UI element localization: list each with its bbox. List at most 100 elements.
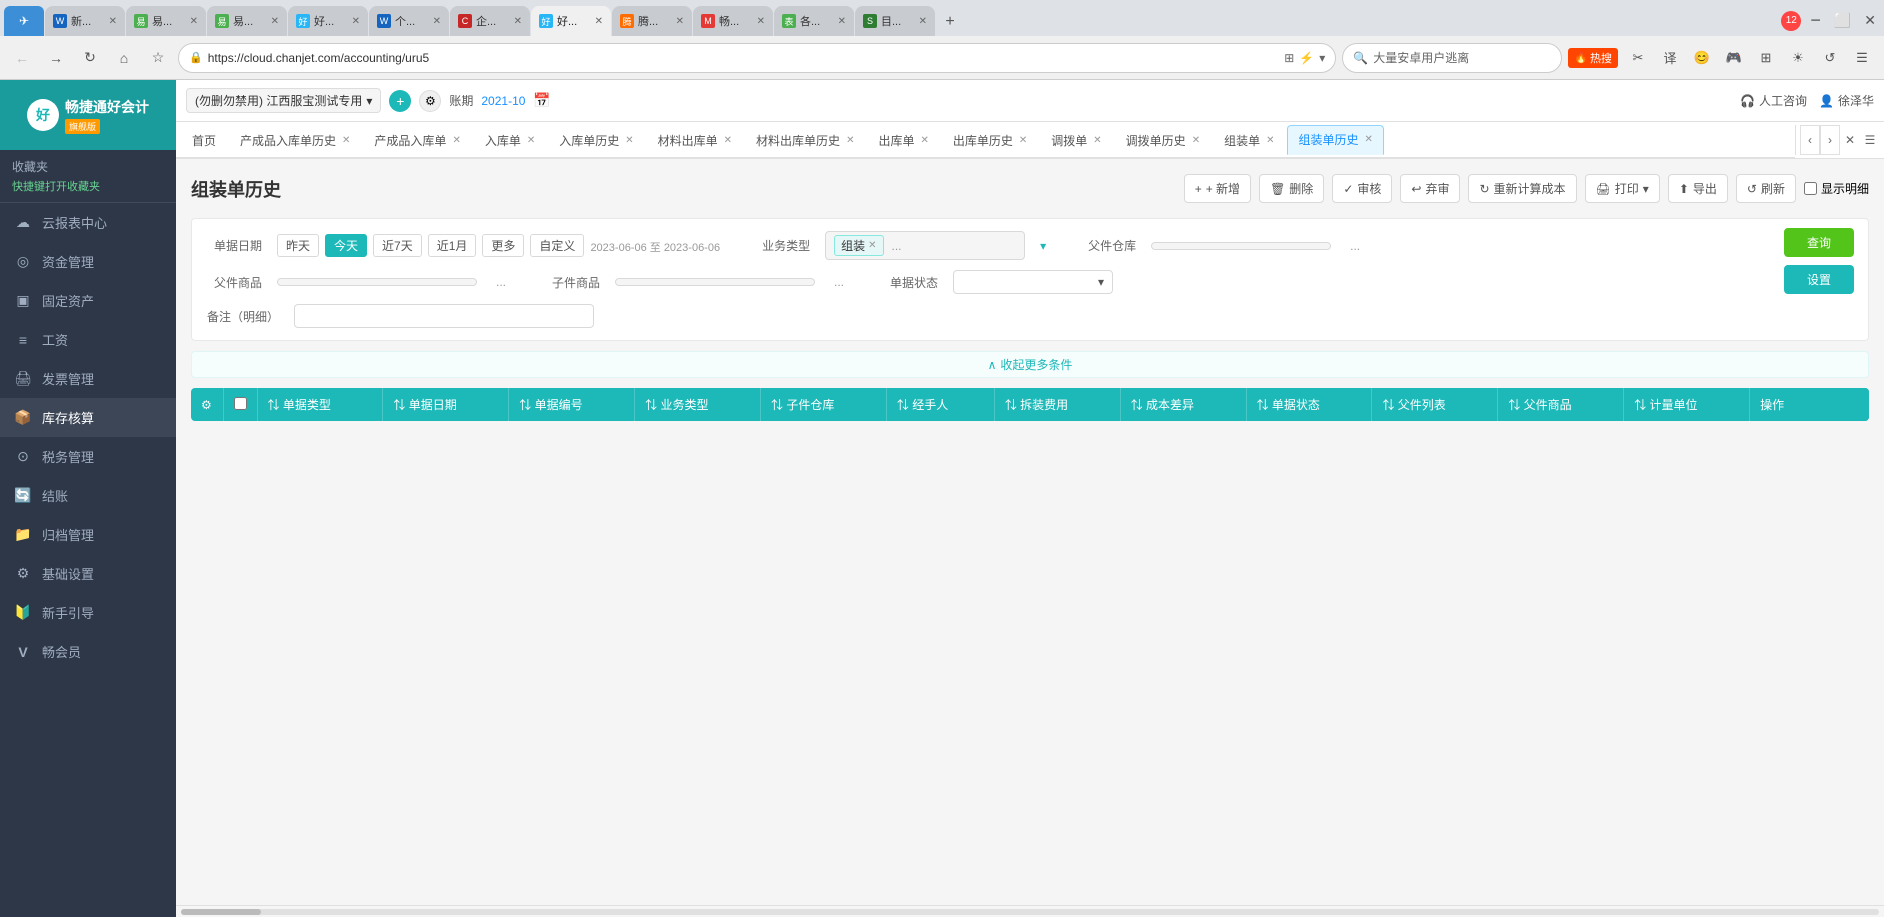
sidebar-item-archive[interactable]: 📁 归档管理 [0,515,176,554]
biz-type-input[interactable]: 组装 ✕ ... [825,231,1025,260]
sidebar-item-fixed-assets[interactable]: ▣ 固定资产 [0,281,176,320]
browser-tab-4[interactable]: 好 好... ✕ [288,6,368,36]
doc-tab-10-close[interactable]: ✕ [1192,135,1200,146]
date-today-btn[interactable]: 今天 [325,234,367,257]
translate-icon[interactable]: 译 [1656,44,1684,72]
review-button[interactable]: ✓ 审核 [1332,174,1392,203]
hot-search-button[interactable]: 🔥 热搜 [1568,48,1618,68]
table-settings-header[interactable]: ⚙ [191,388,223,421]
doc-tab-4-close[interactable]: ✕ [625,135,633,146]
col-disassemble-fee[interactable]: ⇅ 拆装费用 [994,388,1120,421]
parent-warehouse-more-dots[interactable]: ... [1346,239,1364,253]
recalculate-button[interactable]: ↻ 重新计算成本 [1468,174,1576,203]
select-all-checkbox[interactable] [234,397,247,410]
tab-scroll-right-button[interactable]: › [1820,125,1840,155]
date-7days-btn[interactable]: 近7天 [373,234,422,257]
col-doc-date[interactable]: ⇅ 单据日期 [383,388,509,421]
service-button[interactable]: 🎧 人工咨询 [1740,92,1807,109]
sidebar-item-fund-mgmt[interactable]: ◎ 资金管理 [0,242,176,281]
bookmark-button[interactable]: ☆ [144,44,172,72]
doc-tab-home[interactable]: 首页 [181,125,227,155]
menu-icon[interactable]: ☰ [1848,44,1876,72]
doc-tab-12-close[interactable]: ✕ [1365,134,1373,145]
doc-tab-8[interactable]: 出库单历史 ✕ [942,125,1038,155]
col-child-warehouse[interactable]: ⇅ 子件仓库 [761,388,887,421]
col-doc-type[interactable]: ⇅ 单据类型 [257,388,383,421]
export-button[interactable]: ⬆ 导出 [1668,174,1728,203]
doc-tab-11-close[interactable]: ✕ [1266,135,1274,146]
browser-tab-3[interactable]: 易 易... ✕ [207,6,287,36]
date-custom-btn[interactable]: 自定义 [530,234,584,257]
biz-type-tag-remove[interactable]: ✕ [868,240,876,251]
doc-tab-12[interactable]: 组装单历史 ✕ [1287,125,1383,155]
brightness-icon[interactable]: ☀ [1784,44,1812,72]
col-doc-no[interactable]: ⇅ 单据编号 [509,388,635,421]
browser-tab-6[interactable]: C 企... ✕ [450,6,530,36]
doc-tab-10[interactable]: 调拨单历史 ✕ [1115,125,1211,155]
delete-button[interactable]: 🗑 删除 [1259,174,1324,203]
doc-tab-4[interactable]: 入库单历史 ✕ [548,125,644,155]
new-tab-button[interactable]: + [936,8,964,36]
browser-tab-special[interactable]: ✈ [4,6,44,36]
user-info[interactable]: 👤 徐泽华 [1819,92,1874,109]
biz-type-more-dots[interactable]: ... [888,239,906,253]
lightning-icon[interactable]: ⚡ [1299,51,1314,65]
grid-icon[interactable]: ⊞ [1752,44,1780,72]
window-minimize-button[interactable]: − [1806,10,1825,31]
company-selector[interactable]: (勿删勿禁用) 江西服宝测试专用 ▾ [186,88,381,113]
doc-tab-9-close[interactable]: ✕ [1093,135,1101,146]
sidebar-item-payroll[interactable]: ≡ 工资 [0,320,176,359]
date-more-btn[interactable]: 更多 [482,234,524,257]
sidebar-item-basic-settings[interactable]: ⚙ 基础设置 [0,554,176,593]
parent-goods-more-dots[interactable]: ... [492,275,510,289]
search-bar[interactable]: 🔍 大量安卓用户逃离 [1342,43,1562,73]
new-button[interactable]: + + 新增 [1184,174,1251,203]
sidebar-item-settlement[interactable]: 🔄 结账 [0,476,176,515]
emoji-icon[interactable]: 😊 [1688,44,1716,72]
doc-tab-5[interactable]: 材料出库单 ✕ [647,125,743,155]
settings-button[interactable]: ⚙ [419,90,441,112]
doc-tab-1-close[interactable]: ✕ [342,135,350,146]
date-yesterday-btn[interactable]: 昨天 [277,234,319,257]
remark-input[interactable] [294,304,594,328]
add-company-button[interactable]: + [389,90,411,112]
doc-tab-6[interactable]: 材料出库单历史 ✕ [745,125,865,155]
sidebar-item-inventory[interactable]: 📦 库存核算 [0,398,176,437]
address-dropdown-icon[interactable]: ▾ [1319,51,1325,65]
col-handler[interactable]: ⇅ 经手人 [886,388,994,421]
display-detail-checkbox[interactable] [1804,182,1817,195]
col-biz-type[interactable]: ⇅ 业务类型 [635,388,761,421]
parent-warehouse-input[interactable] [1151,242,1331,250]
browser-tab-8[interactable]: 腾 腾... ✕ [612,6,692,36]
col-unit[interactable]: ⇅ 计量单位 [1624,388,1750,421]
doc-tab-2-close[interactable]: ✕ [452,135,460,146]
address-bar[interactable]: 🔒 https://cloud.chanjet.com/accounting/u… [178,43,1336,73]
col-cost-diff[interactable]: ⇅ 成本差异 [1120,388,1246,421]
doc-tab-3-close[interactable]: ✕ [527,135,535,146]
browser-tab-9[interactable]: M 畅... ✕ [693,6,773,36]
doc-tab-11[interactable]: 组装单 ✕ [1213,125,1285,155]
tab-scroll-left-button[interactable]: ‹ [1800,125,1820,155]
col-parent-list[interactable]: ⇅ 父件列表 [1372,388,1498,421]
cut-icon[interactable]: ✂ [1624,44,1652,72]
sidebar-item-tax[interactable]: ⊙ 税务管理 [0,437,176,476]
sidebar-item-cloud-report[interactable]: ☁ 云报表中心 [0,203,176,242]
parent-goods-input[interactable] [277,278,477,286]
doc-tab-7[interactable]: 出库单 ✕ [867,125,939,155]
favorites-sub-link[interactable]: 快捷键打开收藏夹 [12,178,164,194]
sidebar-item-new-guide[interactable]: 🔰 新手引导 [0,593,176,632]
child-goods-input[interactable] [615,278,815,286]
child-goods-more-dots[interactable]: ... [830,275,848,289]
table-checkbox-header[interactable] [223,388,257,421]
forward-button[interactable]: → [42,44,70,72]
doc-tab-7-close[interactable]: ✕ [920,135,928,146]
qr-code-icon[interactable]: ⊞ [1284,51,1294,65]
back-button[interactable]: ← [8,44,36,72]
close-all-tabs-button[interactable]: ✕ [1840,133,1860,147]
sidebar-item-member[interactable]: V 畅会员 [0,632,176,671]
print-button[interactable]: 🖨 打印 ▾ [1585,174,1660,203]
game-icon[interactable]: 🎮 [1720,44,1748,72]
browser-tab-11[interactable]: S 目... ✕ [855,6,935,36]
window-maximize-button[interactable]: ⬜ [1830,12,1855,29]
tab-more-options-button[interactable]: ☰ [1860,133,1880,147]
